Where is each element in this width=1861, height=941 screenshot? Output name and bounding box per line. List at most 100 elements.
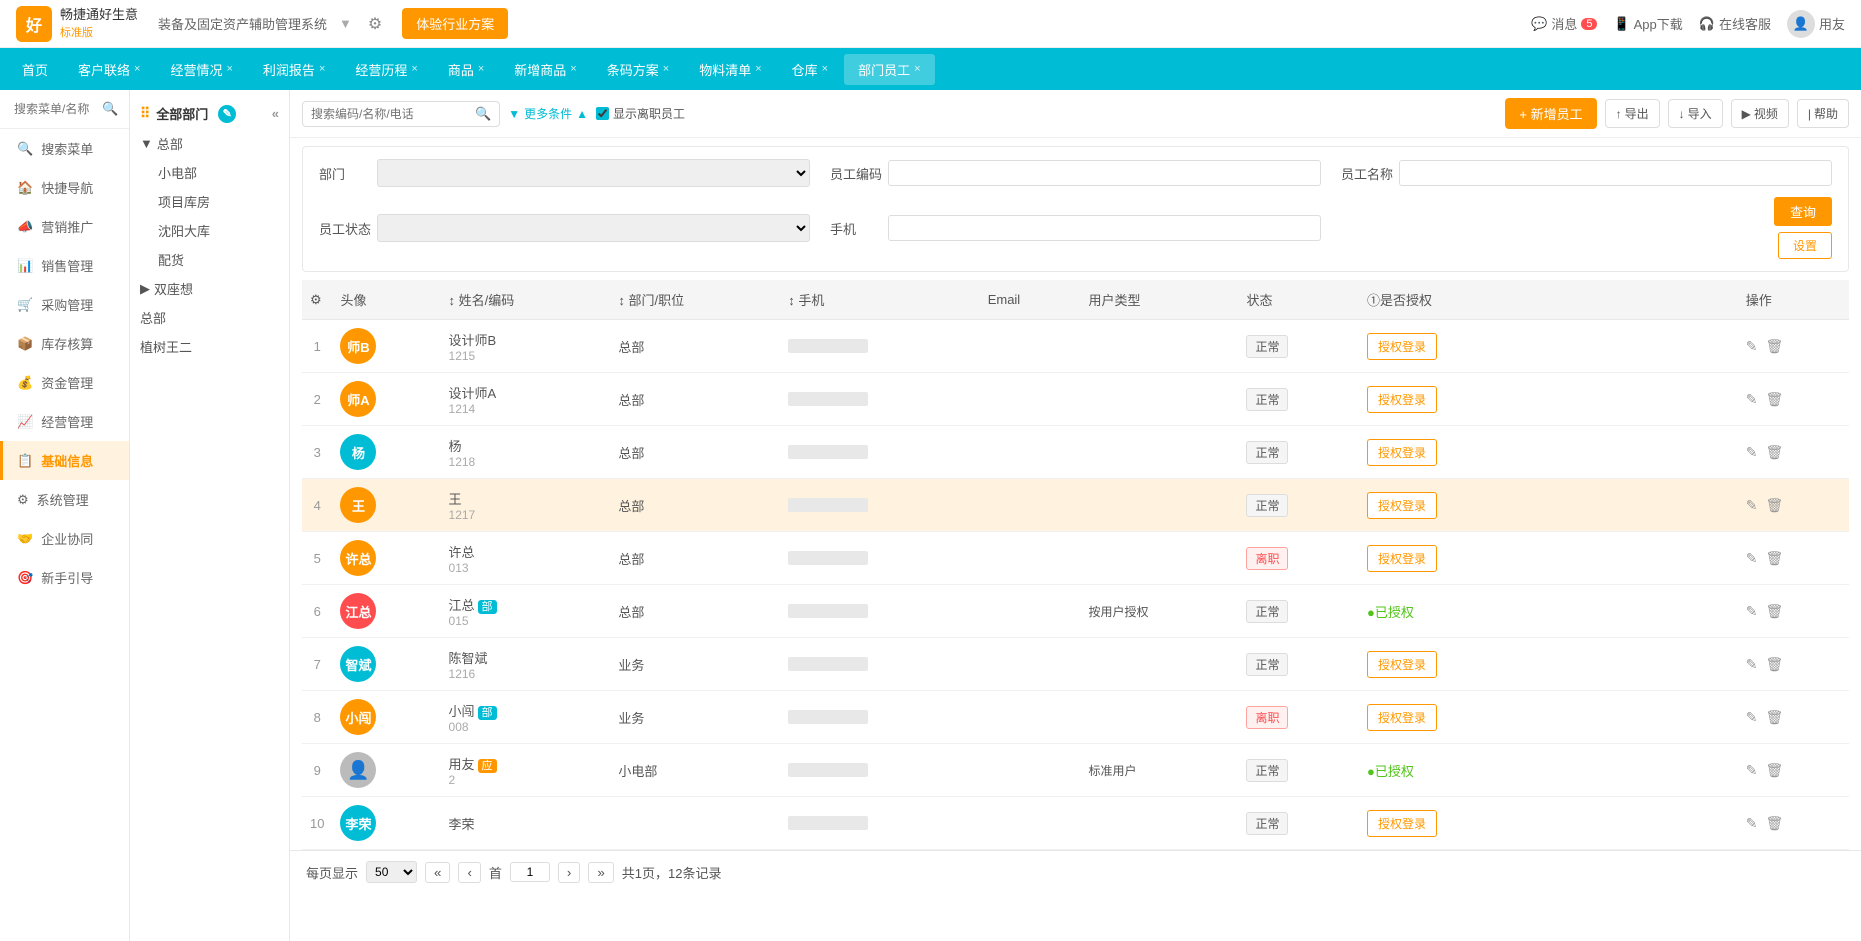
delete-icon[interactable]: 🗑 — [1765, 603, 1783, 620]
sidebar-item-finance[interactable]: 💰 资金管理 — [0, 363, 129, 402]
online-service-btn[interactable]: 🎧 在线客服 — [1699, 14, 1771, 33]
view-btn[interactable]: ▶ 视频 — [1731, 99, 1789, 128]
tab-profit[interactable]: 利润报告× — [249, 54, 339, 85]
dept-node-xiaodibu[interactable]: 小电部 — [130, 158, 289, 187]
cell-auth[interactable]: 授权登录 — [1359, 638, 1538, 691]
sidebar-item-search[interactable]: 🔍 搜索菜单 — [0, 129, 129, 168]
delete-icon[interactable]: 🗑 — [1765, 444, 1783, 461]
authorize-btn[interactable]: 授权登录 — [1367, 333, 1437, 360]
last-page-btn[interactable]: » — [588, 862, 613, 883]
sidebar-item-marketing[interactable]: 📣 营销推广 — [0, 207, 129, 246]
sidebar-item-purchase[interactable]: 🛒 采购管理 — [0, 285, 129, 324]
sidebar-item-guide[interactable]: 🎯 新手引导 — [0, 558, 129, 597]
authorize-btn[interactable]: 授权登录 — [1367, 439, 1437, 466]
cell-auth[interactable]: 授权登录 — [1359, 532, 1538, 585]
search-btn[interactable]: 查询 — [1774, 197, 1832, 226]
help-btn[interactable]: | 帮助 — [1797, 99, 1849, 128]
authorize-btn[interactable]: 授权登录 — [1367, 704, 1437, 731]
tab-customer[interactable]: 客户联络× — [64, 54, 154, 85]
edit-icon[interactable]: ✎ — [1746, 444, 1758, 461]
system-title-dropdown[interactable]: ▼ — [339, 16, 352, 31]
prev-page-btn[interactable]: ‹ — [458, 862, 480, 883]
sidebar-item-operations[interactable]: 📈 经营管理 — [0, 402, 129, 441]
cell-auth[interactable]: ●已授权 — [1359, 744, 1538, 797]
dept-node-peihuo[interactable]: 配货 — [130, 245, 289, 274]
tab-barcode-close[interactable]: × — [663, 63, 669, 75]
cell-auth[interactable]: 授权登录 — [1359, 797, 1538, 850]
import-btn[interactable]: ↓ 导入 — [1668, 99, 1723, 128]
tab-dept-staff[interactable]: 部门员工× — [844, 54, 934, 85]
dept-node-xiangmuku[interactable]: 项目库房 — [130, 187, 289, 216]
sidebar-search-input[interactable] — [8, 98, 98, 120]
cell-auth[interactable]: ●已授权 — [1359, 585, 1538, 638]
tab-history-close[interactable]: × — [411, 63, 417, 75]
authorize-btn[interactable]: 授权登录 — [1367, 492, 1437, 519]
edit-icon[interactable]: ✎ — [1746, 391, 1758, 408]
page-input[interactable] — [510, 862, 550, 882]
tab-goods[interactable]: 商品× — [434, 54, 498, 85]
cell-auth[interactable]: 授权登录 — [1359, 320, 1538, 373]
next-page-btn[interactable]: › — [558, 862, 580, 883]
tab-bom-close[interactable]: × — [755, 63, 761, 75]
tab-add-goods-close[interactable]: × — [570, 63, 576, 75]
more-filter-btn[interactable]: ▼ 更多条件 ▲ — [508, 105, 588, 122]
edit-icon[interactable]: ✎ — [1746, 762, 1758, 779]
edit-icon[interactable]: ✎ — [1746, 338, 1758, 355]
tab-add-goods[interactable]: 新增商品× — [500, 54, 590, 85]
tab-warehouse[interactable]: 仓库× — [778, 54, 842, 85]
tab-barcode[interactable]: 条码方案× — [593, 54, 683, 85]
dept-node-shuangzuo[interactable]: ▶ 双座想 — [130, 274, 289, 303]
cell-auth[interactable]: 授权登录 — [1359, 426, 1538, 479]
delete-icon[interactable]: 🗑 — [1765, 762, 1783, 779]
sidebar-item-inventory[interactable]: 📦 库存核算 — [0, 324, 129, 363]
tab-dept-close[interactable]: × — [914, 63, 920, 75]
sidebar-search-icon[interactable]: 🔍 — [102, 101, 118, 117]
search-input[interactable] — [311, 107, 471, 121]
sidebar-item-collab[interactable]: 🤝 企业协同 — [0, 519, 129, 558]
dept-edit-icon[interactable]: ✎ — [218, 105, 236, 123]
message-btn[interactable]: 💬 消息 5 — [1531, 14, 1597, 33]
filter-dept-select[interactable] — [377, 159, 810, 187]
edit-icon[interactable]: ✎ — [1746, 603, 1758, 620]
filter-status-select[interactable] — [377, 214, 810, 242]
tab-operations-close[interactable]: × — [226, 63, 232, 75]
show-resigned-label[interactable]: 显示离职员工 — [596, 105, 685, 122]
dept-node-zhishu[interactable]: 植树王二 — [130, 332, 289, 361]
delete-icon[interactable]: 🗑 — [1765, 550, 1783, 567]
add-employee-btn[interactable]: + 新增员工 — [1505, 98, 1596, 129]
filter-phone-input[interactable] — [888, 215, 1321, 241]
delete-icon[interactable]: 🗑 — [1765, 815, 1783, 832]
sidebar-item-system[interactable]: ⚙ 系统管理 — [0, 480, 129, 519]
app-download-btn[interactable]: 📱 App下载 — [1613, 14, 1682, 33]
cell-auth[interactable]: 授权登录 — [1359, 373, 1538, 426]
export-btn[interactable]: ↑ 导出 — [1605, 99, 1660, 128]
tab-history[interactable]: 经营历程× — [341, 54, 431, 85]
tab-operations[interactable]: 经营情况× — [156, 54, 246, 85]
sidebar-item-sales[interactable]: 📊 销售管理 — [0, 246, 129, 285]
dept-node-shenyang[interactable]: 沈阳大库 — [130, 216, 289, 245]
sidebar-item-nav[interactable]: 🏠 快捷导航 — [0, 168, 129, 207]
tab-goods-close[interactable]: × — [478, 63, 484, 75]
delete-icon[interactable]: 🗑 — [1765, 497, 1783, 514]
edit-icon[interactable]: ✎ — [1746, 815, 1758, 832]
delete-icon[interactable]: 🗑 — [1765, 391, 1783, 408]
authorize-btn[interactable]: 授权登录 — [1367, 386, 1437, 413]
tab-customer-close[interactable]: × — [134, 63, 140, 75]
delete-icon[interactable]: 🗑 — [1765, 656, 1783, 673]
col-settings[interactable]: ⚙ — [302, 280, 332, 320]
dept-collapse-btn[interactable]: « — [272, 106, 279, 121]
authorize-btn[interactable]: 授权登录 — [1367, 651, 1437, 678]
user-btn[interactable]: 👤 用友 — [1787, 10, 1845, 38]
cell-auth[interactable]: 授权登录 — [1359, 691, 1538, 744]
show-resigned-checkbox[interactable] — [596, 107, 609, 120]
per-page-select[interactable]: 50 100 — [366, 861, 417, 883]
delete-icon[interactable]: 🗑 — [1765, 709, 1783, 726]
delete-icon[interactable]: 🗑 — [1765, 338, 1783, 355]
settings-btn[interactable]: ⚙ — [368, 14, 382, 34]
authorize-btn[interactable]: 授权登录 — [1367, 810, 1437, 837]
col-phone[interactable]: ↕ 手机 — [780, 280, 979, 320]
edit-icon[interactable]: ✎ — [1746, 709, 1758, 726]
set-btn[interactable]: 设置 — [1778, 232, 1832, 259]
col-dept[interactable]: ↕ 部门/职位 — [610, 280, 780, 320]
cell-auth[interactable]: 授权登录 — [1359, 479, 1538, 532]
